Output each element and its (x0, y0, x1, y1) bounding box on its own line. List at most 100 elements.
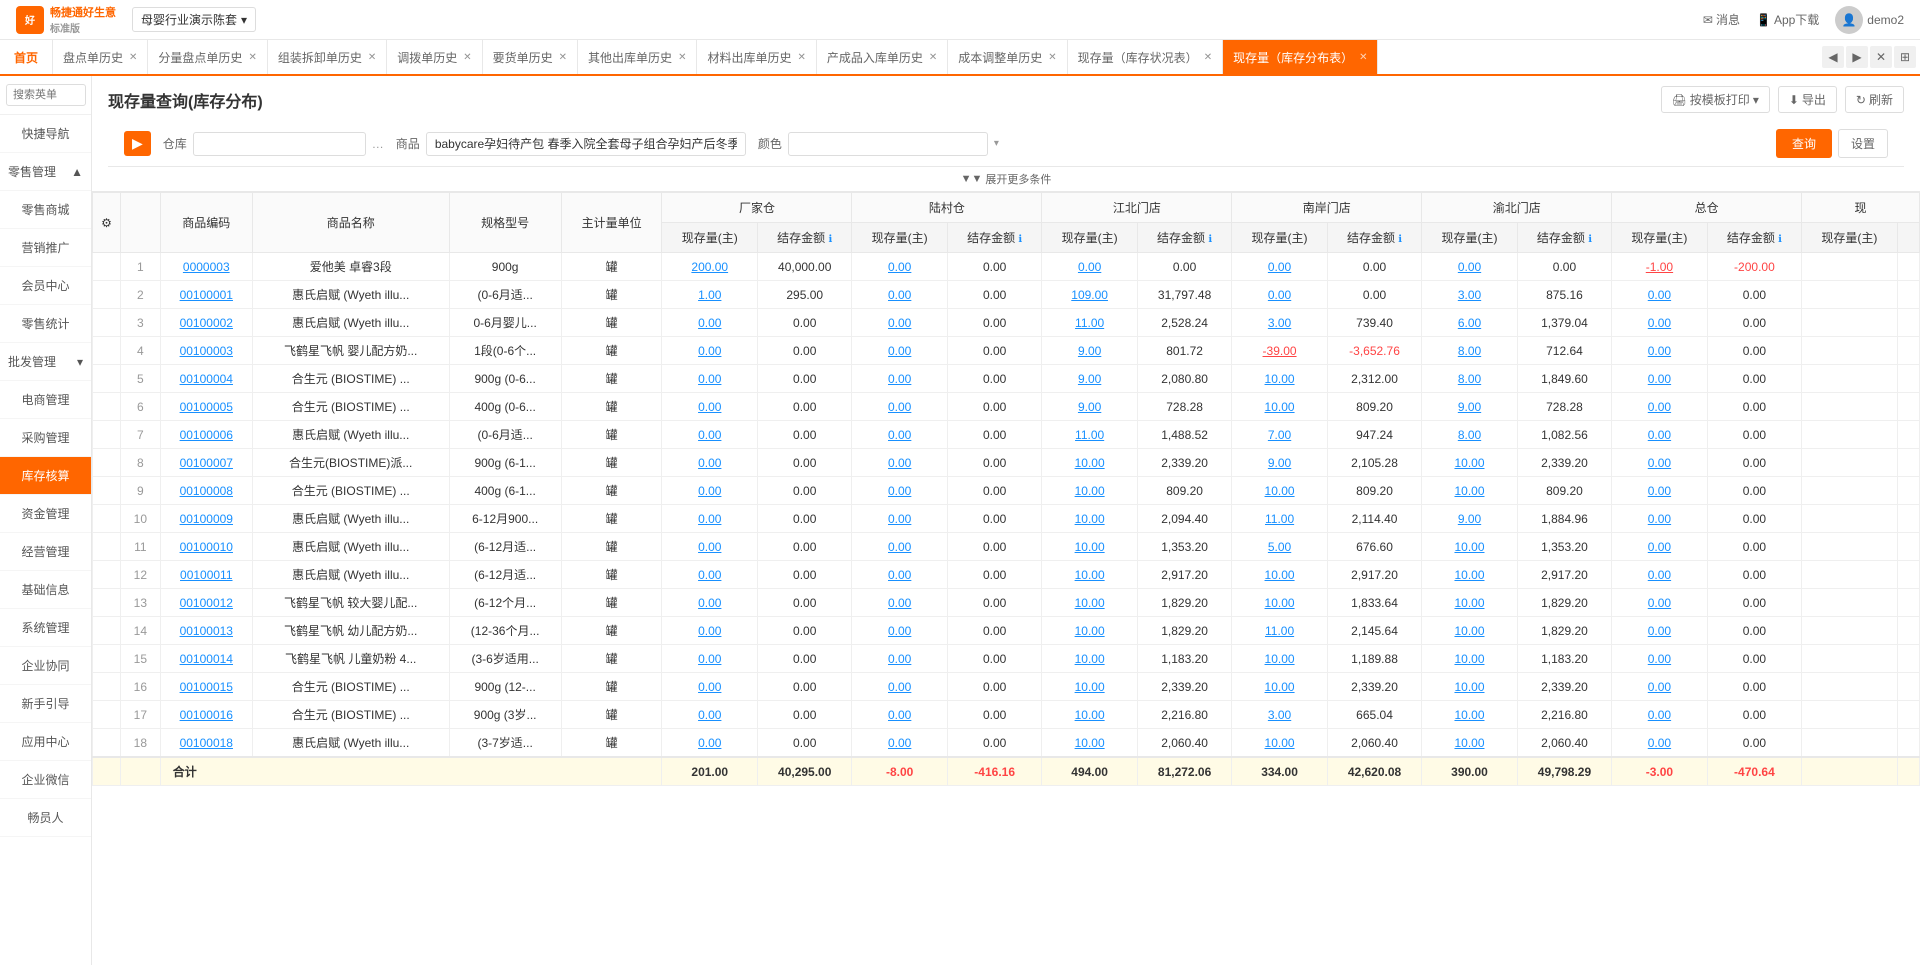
sidebar-item-kucun[interactable]: 库存核算 (0, 457, 91, 495)
tab-home[interactable]: 首页 (0, 40, 53, 75)
tab-fenpandian[interactable]: 分量盘点单历史 ✕ (148, 40, 267, 75)
tab-close-btn[interactable]: ✕ (1870, 46, 1892, 68)
close-icon[interactable]: ✕ (368, 52, 376, 63)
sidebar-item-lingshou[interactable]: 零售管理 ▲ (0, 153, 91, 191)
sidebar-item-jingying[interactable]: 经营管理 (0, 533, 91, 571)
sidebar-item-caigou[interactable]: 采购管理 (0, 419, 91, 457)
td-num: 18 (121, 729, 161, 758)
export-label: 导出 (1802, 91, 1826, 108)
print-button[interactable]: 🖨 按模板打印 ▾ (1661, 86, 1770, 113)
filter-toggle-btn[interactable]: ▶ (124, 131, 151, 156)
sidebar-item-yingyong[interactable]: 应用中心 (0, 723, 91, 761)
tab-yaohuo[interactable]: 要货单历史 ✕ (483, 40, 578, 75)
td-tot-qty: 0.00 (1612, 561, 1708, 589)
sidebar-item-yingxiao[interactable]: 营销推广 (0, 229, 91, 267)
td-cur-amt (1897, 421, 1919, 449)
td-cur-amt (1897, 281, 1919, 309)
sidebar-item-changyuan[interactable]: 畅员人 (0, 799, 91, 837)
td-num: 13 (121, 589, 161, 617)
tab-qitachuku[interactable]: 其他出库单历史 ✕ (578, 40, 697, 75)
sidebar-item-tongji[interactable]: 零售统计 (0, 305, 91, 343)
gear-icon[interactable]: ⚙ (101, 216, 112, 230)
close-icon[interactable]: ✕ (929, 52, 937, 63)
td-cur-amt (1897, 505, 1919, 533)
warehouse-dots-btn[interactable]: … (372, 137, 384, 151)
close-icon[interactable]: ✕ (248, 52, 256, 63)
td-l-qty: 0.00 (852, 729, 948, 758)
tab-chengben[interactable]: 成本调整单历史 ✕ (948, 40, 1067, 75)
close-icon[interactable]: ✕ (678, 52, 686, 63)
close-icon[interactable]: ✕ (1048, 52, 1056, 63)
user-area[interactable]: 👤 demo2 (1835, 6, 1904, 34)
sidebar-item-xitong[interactable]: 系统管理 (0, 609, 91, 647)
td-num: 2 (121, 281, 161, 309)
td-f-amt: 295.00 (758, 281, 852, 309)
refresh-button[interactable]: ↻ 刷新 (1845, 86, 1904, 113)
close-icon[interactable]: ✕ (463, 52, 471, 63)
sidebar-item-shangcheng[interactable]: 零售商城 (0, 191, 91, 229)
tab-chanpin[interactable]: 产成品入库单历史 ✕ (817, 40, 948, 75)
th-l-qty: 现存量(主) (852, 223, 948, 253)
td-check (93, 533, 121, 561)
search-input[interactable] (6, 84, 86, 106)
sidebar-item-xinshou[interactable]: 新手引导 (0, 685, 91, 723)
td-tot-amt: 0.00 (1707, 337, 1801, 365)
sidebar-item-huiyuan[interactable]: 会员中心 (0, 267, 91, 305)
goods-input[interactable] (426, 132, 746, 156)
sidebar-item-zijin[interactable]: 资金管理 (0, 495, 91, 533)
query-buttons: 查询 设置 (1776, 129, 1888, 158)
tab-pandian[interactable]: 盘点单历史 ✕ (53, 40, 148, 75)
td-check (93, 309, 121, 337)
sidebar-item-weixin[interactable]: 企业微信 (0, 761, 91, 799)
warehouse-filter: 仓库 … (163, 132, 384, 156)
expand-icon: ▼▼ (961, 173, 983, 185)
table-row: 11 00100010 惠氏启赋 (Wyeth illu... (6-12月适.… (93, 533, 1920, 561)
td-na-qty: 3.00 (1232, 701, 1328, 729)
td-na-qty: 10.00 (1232, 729, 1328, 758)
table-row: 12 00100011 惠氏启赋 (Wyeth illu... (6-12月适.… (93, 561, 1920, 589)
td-name: 合生元 (BIOSTIME) ... (252, 701, 449, 729)
td-yb-amt: 1,884.96 (1517, 505, 1611, 533)
close-icon[interactable]: ✕ (797, 52, 805, 63)
tab-xianzai1[interactable]: 现存量（库存状况表） ✕ (1068, 40, 1223, 75)
close-icon[interactable]: ✕ (1359, 52, 1367, 63)
td-jb-amt: 1,183.20 (1137, 645, 1231, 673)
close-icon[interactable]: ✕ (559, 52, 567, 63)
query-button[interactable]: 查询 (1776, 129, 1832, 158)
td-num: 11 (121, 533, 161, 561)
close-icon[interactable]: ✕ (1204, 52, 1212, 63)
color-input[interactable] (788, 132, 988, 156)
tab-xianzai2[interactable]: 现存量（库存分布表） ✕ (1223, 40, 1378, 75)
app-download-link[interactable]: 📱 App下载 (1756, 11, 1819, 28)
td-name: 飞鹤星飞帆 较大婴儿配... (252, 589, 449, 617)
sidebar-item-pifa[interactable]: 批发管理 ▾ (0, 343, 91, 381)
tab-prev-btn[interactable]: ◀ (1822, 46, 1844, 68)
sidebar-item-qiye[interactable]: 企业协同 (0, 647, 91, 685)
setting-button[interactable]: 设置 (1838, 129, 1888, 158)
tab-diaopei[interactable]: 调拨单历史 ✕ (387, 40, 482, 75)
color-dropdown-icon[interactable]: ▾ (994, 138, 999, 149)
close-icon[interactable]: ✕ (129, 52, 137, 63)
td-tot-qty: 0.00 (1612, 365, 1708, 393)
tab-expand-btn[interactable]: ⊞ (1894, 46, 1916, 68)
warehouse-input[interactable] (193, 132, 366, 156)
td-f-qty: 200.00 (662, 253, 758, 281)
td-code: 00100012 (160, 589, 252, 617)
td-yb-amt: 2,339.20 (1517, 673, 1611, 701)
td-tot-amt: 0.00 (1707, 393, 1801, 421)
td-na-amt: 0.00 (1327, 281, 1421, 309)
sidebar-item-jichu[interactable]: 基础信息 (0, 571, 91, 609)
sidebar-item-kuaijie[interactable]: 快捷导航 (0, 115, 91, 153)
expand-trigger[interactable]: ▼▼ 展开更多条件 (961, 171, 1052, 187)
tab-next-btn[interactable]: ▶ (1846, 46, 1868, 68)
td-jb-qty: 10.00 (1042, 449, 1138, 477)
tab-cailiao[interactable]: 材料出库单历史 ✕ (697, 40, 816, 75)
industry-selector[interactable]: 母婴行业演示陈套 ▾ (132, 7, 256, 32)
tab-zuhe[interactable]: 组装拆卸单历史 ✕ (268, 40, 387, 75)
td-spec: 900g (0-6... (449, 365, 561, 393)
td-num: 3 (121, 309, 161, 337)
message-link[interactable]: ✉ 消息 (1703, 11, 1740, 28)
export-button[interactable]: ⬇ 导出 (1778, 86, 1837, 113)
td-tot-amt: 0.00 (1707, 281, 1801, 309)
sidebar-item-dianshang[interactable]: 电商管理 (0, 381, 91, 419)
